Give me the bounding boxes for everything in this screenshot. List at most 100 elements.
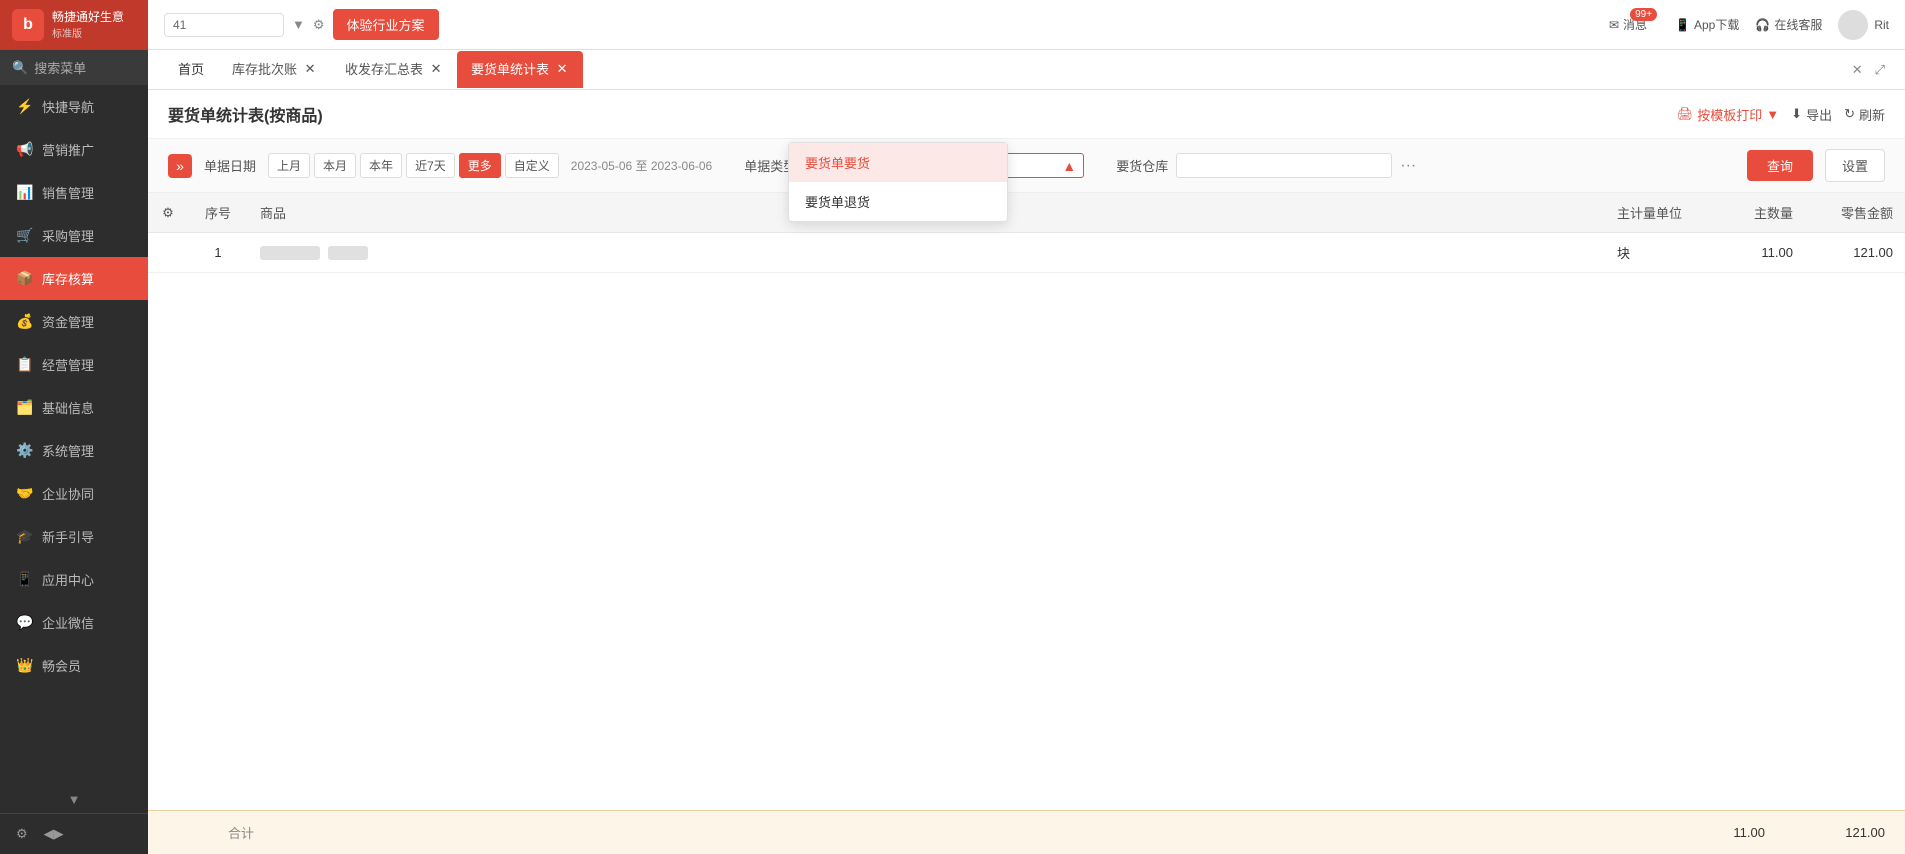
tab-home[interactable]: 首页 — [164, 51, 218, 88]
sidebar-item-operation[interactable]: 📋 经营管理 — [0, 343, 148, 386]
topbar-gear-icon[interactable]: ⚙ — [313, 17, 325, 33]
sidebar-item-label: 资金管理 — [42, 312, 94, 331]
breadcrumb-dropdown-icon[interactable]: ▼ — [292, 17, 305, 32]
tab-collect-summary[interactable]: 收发存汇总表 ✕ — [331, 51, 457, 88]
filter-expand-button[interactable]: » — [168, 154, 192, 178]
sales-icon: 📊 — [16, 184, 34, 201]
sidebar-item-label: 采购管理 — [42, 226, 94, 245]
sidebar-item-label: 新手引导 — [42, 527, 94, 546]
app-logo: b — [12, 9, 44, 41]
refresh-action[interactable]: ↻ 刷新 — [1844, 105, 1885, 124]
settings-button[interactable]: 设置 — [1825, 149, 1885, 182]
sidebar-item-label: 基础信息 — [42, 398, 94, 417]
export-action[interactable]: ⬇ 导出 — [1791, 105, 1832, 124]
sidebar-item-inventory[interactable]: 📦 库存核算 — [0, 257, 148, 300]
sidebar: b 畅捷通好生意 标准版 🔍 搜索菜单 ⚡ 快捷导航 📢 营销推广 📊 销售管理… — [0, 0, 148, 854]
date-btn-this-year[interactable]: 本年 — [360, 153, 402, 178]
phone-icon: 📱 — [1675, 18, 1690, 32]
date-btn-custom[interactable]: 自定义 — [505, 153, 559, 178]
breadcrumb-input[interactable] — [164, 13, 284, 37]
date-range-display: 2023-05-06 至 2023-06-06 — [571, 157, 712, 174]
filter-more-icon[interactable]: ··· — [1400, 157, 1416, 175]
sidebar-item-newbie[interactable]: 🎓 新手引导 — [0, 515, 148, 558]
table-row: 1 块 11.00 121.00 — [148, 233, 1905, 273]
dropdown-item-return-label: 要货单退货 — [805, 195, 870, 210]
tab-order-stats-close[interactable]: ✕ — [555, 62, 569, 76]
sidebar-item-sales[interactable]: 📊 销售管理 — [0, 171, 148, 214]
row-product — [248, 233, 1605, 273]
sidebar-item-enterprise[interactable]: 🤝 企业协同 — [0, 472, 148, 515]
footer-label: 合计 — [228, 823, 254, 842]
sidebar-item-label: 经营管理 — [42, 355, 94, 374]
dropdown-item-return[interactable]: 要货单退货 — [789, 182, 1007, 221]
col-unit-header: 主计量单位 — [1605, 193, 1705, 233]
collapse-footer-btn[interactable]: ◀▶ — [44, 826, 64, 842]
page-content: 要货单统计表(按商品) 🖨 按模板打印 ▼ ⬇ 导出 ↻ 刷新 » — [148, 90, 1905, 854]
filter-bar: » 单据日期 上月 本月 本年 近7天 更多 自定义 2023-05-06 至 … — [148, 139, 1905, 193]
sidebar-item-wechat[interactable]: 💬 企业微信 — [0, 601, 148, 644]
col-qty-header: 主数量 — [1705, 193, 1805, 233]
maximize-tab-btn[interactable]: ⤢ — [1871, 58, 1889, 82]
online-service-item[interactable]: 🎧 在线客服 — [1755, 16, 1822, 33]
tabs-bar-right: ✕ ⤢ — [1848, 58, 1889, 82]
date-btn-7days[interactable]: 近7天 — [406, 153, 455, 178]
export-label: 导出 — [1806, 105, 1832, 124]
industry-solution-button[interactable]: 体验行业方案 — [333, 9, 439, 40]
warehouse-filter-input[interactable] — [1176, 153, 1392, 178]
sidebar-item-label: 销售管理 — [42, 183, 94, 202]
system-icon: ⚙️ — [16, 442, 34, 459]
sidebar-item-system[interactable]: ⚙️ 系统管理 — [0, 429, 148, 472]
sidebar-item-purchase[interactable]: 🛒 采购管理 — [0, 214, 148, 257]
col-settings[interactable]: ⚙ — [148, 193, 188, 233]
tab-order-stats[interactable]: 要货单统计表 ✕ — [457, 51, 583, 88]
page-header: 要货单统计表(按商品) 🖨 按模板打印 ▼ ⬇ 导出 ↻ 刷新 — [148, 90, 1905, 139]
sidebar-item-label: 畅会员 — [42, 656, 81, 675]
sidebar-item-label: 快捷导航 — [42, 97, 94, 116]
finance-icon: 💰 — [16, 313, 34, 330]
row-qty: 11.00 — [1705, 233, 1805, 273]
messages-item[interactable]: ✉ 消息 99+ — [1609, 16, 1647, 33]
tab-collect-summary-label: 收发存汇总表 — [345, 59, 423, 78]
tab-batch-account-label: 库存批次账 — [232, 59, 297, 78]
dropdown-item-order-label: 要货单要货 — [805, 156, 870, 171]
user-avatar[interactable]: Rit — [1838, 10, 1889, 40]
date-btn-last-month[interactable]: 上月 — [268, 153, 310, 178]
sidebar-header: b 畅捷通好生意 标准版 — [0, 0, 148, 50]
search-label: 搜索菜单 — [34, 58, 86, 77]
app-title: 畅捷通好生意 — [52, 10, 124, 26]
sidebar-item-app-center[interactable]: 📱 应用中心 — [0, 558, 148, 601]
message-icon: ✉ — [1609, 18, 1619, 32]
app-download-item[interactable]: 📱 App下载 — [1675, 16, 1739, 33]
sidebar-scroll-down[interactable]: ▼ — [0, 786, 148, 813]
sidebar-item-quick-nav[interactable]: ⚡ 快捷导航 — [0, 85, 148, 128]
sidebar-item-marketing[interactable]: 📢 营销推广 — [0, 128, 148, 171]
print-action[interactable]: 🖨 按模板打印 ▼ — [1677, 105, 1779, 124]
tab-batch-account[interactable]: 库存批次账 ✕ — [218, 51, 331, 88]
sidebar-item-label: 应用中心 — [42, 570, 94, 589]
main-content: ▼ ⚙ 体验行业方案 ✉ 消息 99+ 📱 App下载 🎧 在线客服 Rit — [148, 0, 1905, 854]
query-button[interactable]: 查询 — [1747, 150, 1813, 181]
sidebar-item-basic-info[interactable]: 🗂️ 基础信息 — [0, 386, 148, 429]
inventory-icon: 📦 — [16, 270, 34, 287]
footer-qty: 11.00 — [1665, 825, 1765, 840]
sidebar-search[interactable]: 🔍 搜索菜单 — [0, 50, 148, 85]
row-unit: 块 — [1605, 233, 1705, 273]
tab-collect-summary-close[interactable]: ✕ — [429, 62, 443, 76]
sidebar-item-label: 系统管理 — [42, 441, 94, 460]
date-btn-this-month[interactable]: 本月 — [314, 153, 356, 178]
date-filter-buttons: 上月 本月 本年 近7天 更多 自定义 — [268, 153, 559, 178]
sidebar-item-finance[interactable]: 💰 资金管理 — [0, 300, 148, 343]
tab-batch-account-close[interactable]: ✕ — [303, 62, 317, 76]
basic-info-icon: 🗂️ — [16, 399, 34, 416]
dropdown-item-order[interactable]: 要货单要货 — [789, 143, 1007, 182]
settings-footer-icon[interactable]: ⚙ — [16, 826, 28, 842]
product-placeholder-2 — [328, 246, 368, 260]
avatar-img — [1838, 10, 1868, 40]
sidebar-item-member[interactable]: 👑 畅会员 — [0, 644, 148, 687]
type-dropdown: 要货单要货 要货单退货 — [788, 142, 1008, 222]
table-header-row: ⚙ 序号 商品 主计量单位 主数量 零售金额 — [148, 193, 1905, 233]
close-all-tabs-btn[interactable]: ✕ — [1848, 58, 1867, 82]
date-btn-more[interactable]: 更多 — [459, 153, 501, 178]
search-icon: 🔍 — [12, 60, 28, 76]
print-dropdown-icon[interactable]: ▼ — [1766, 107, 1779, 122]
